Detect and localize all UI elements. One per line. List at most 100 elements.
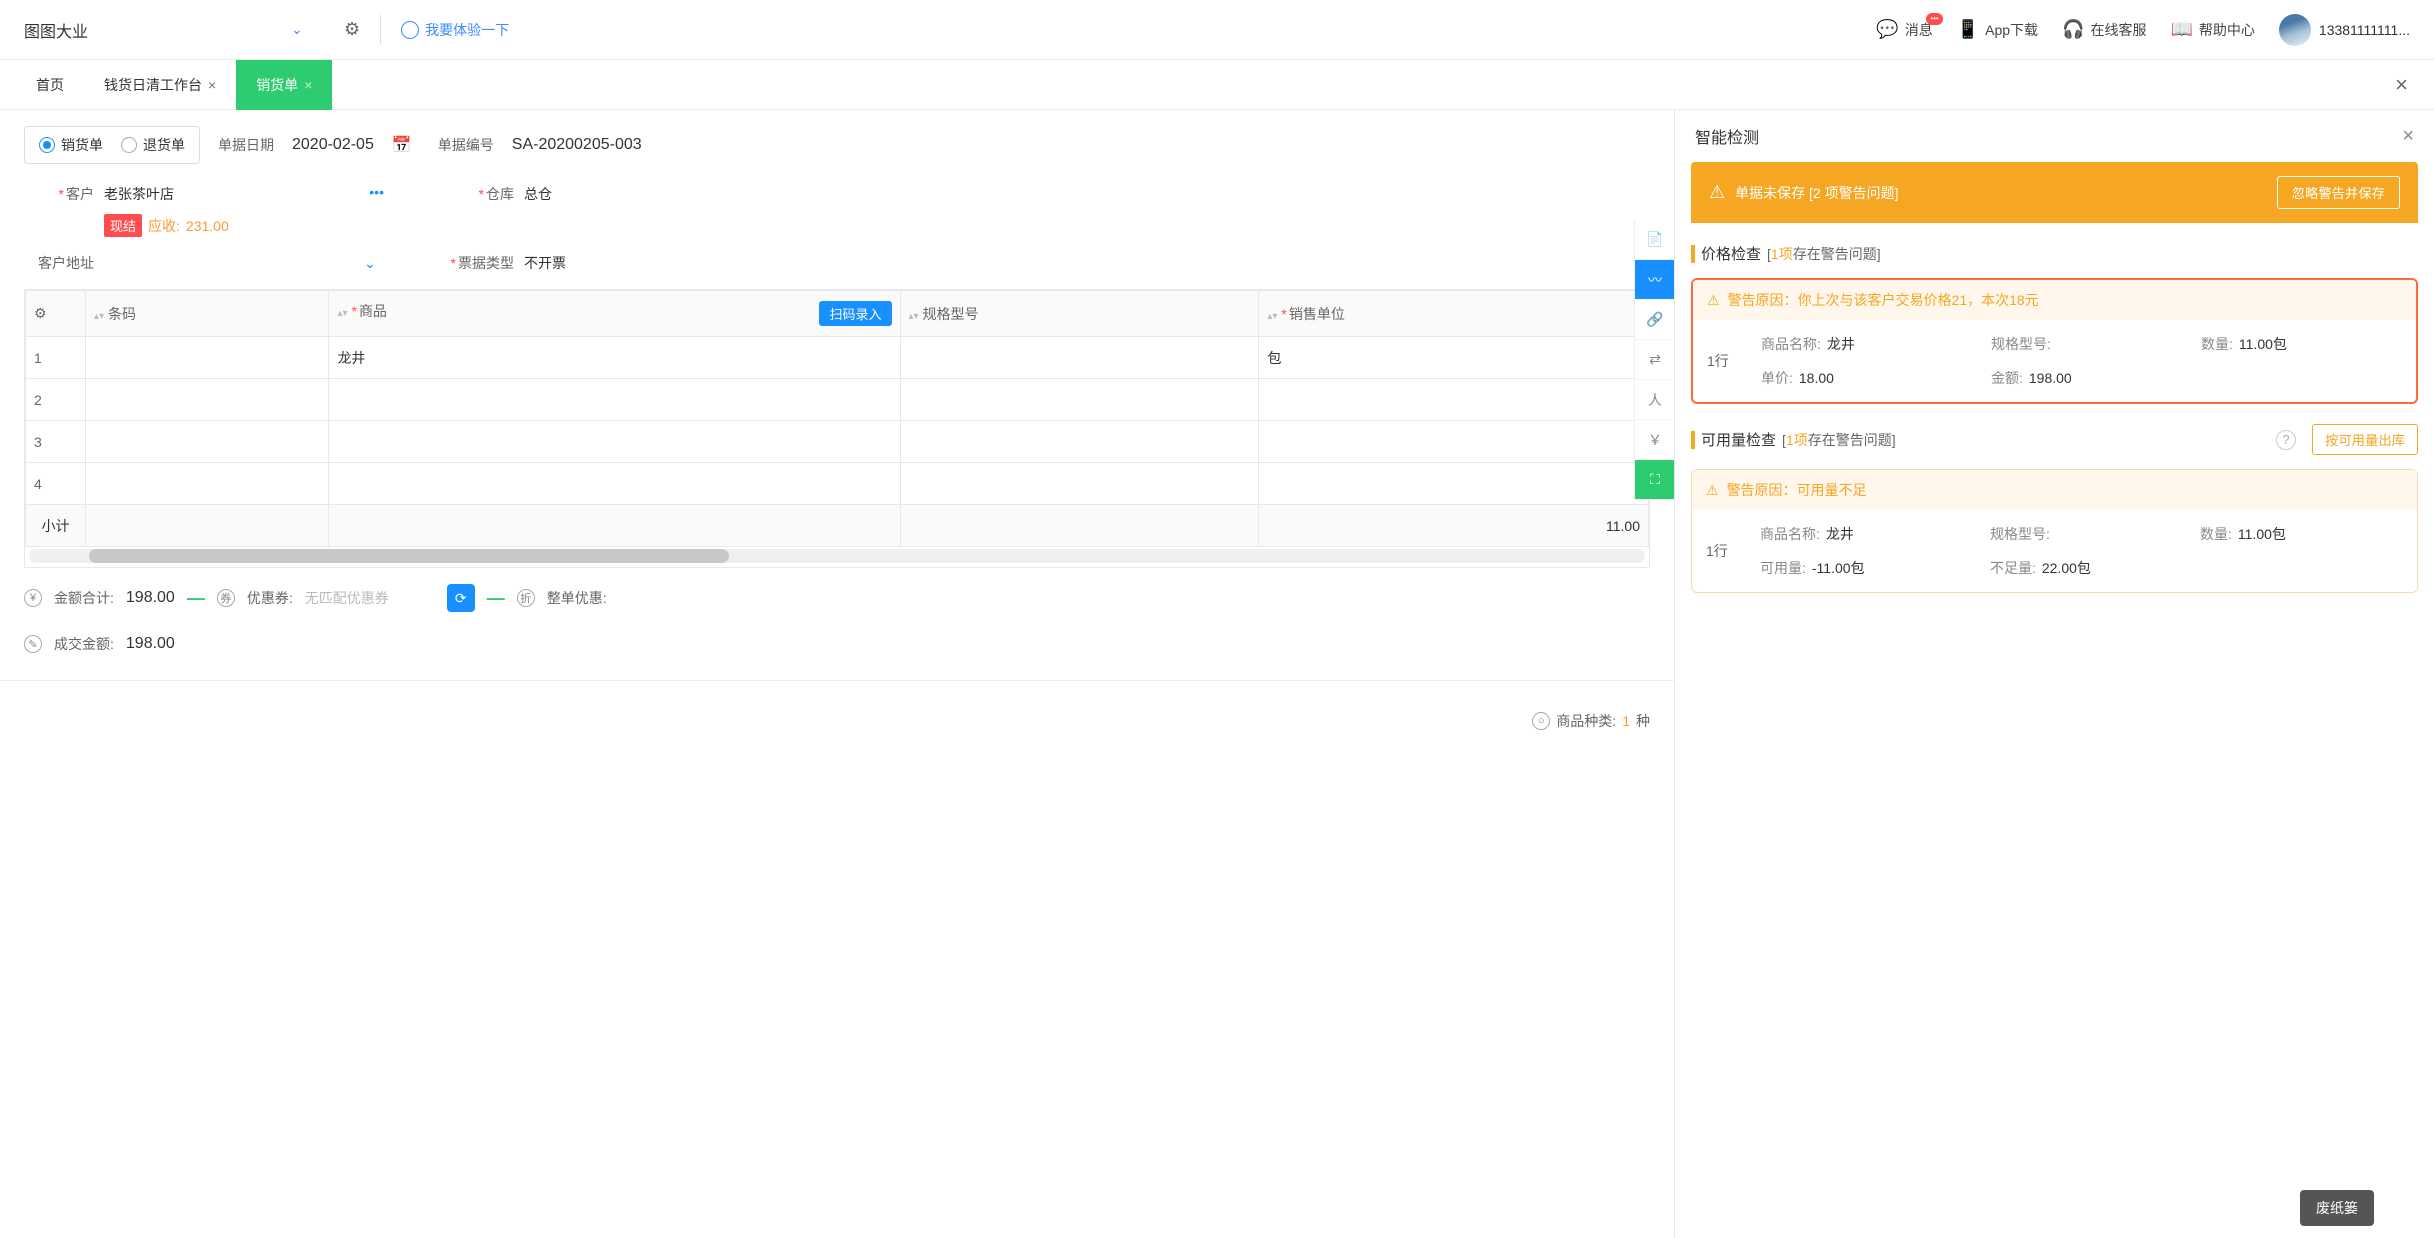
warehouse-input[interactable]: 总仓 [524, 184, 804, 204]
trash-button[interactable]: 废纸篓 [2300, 1190, 2374, 1226]
panel-header: 智能检测 × [1675, 110, 2434, 162]
smart-check-panel: 智能检测 × ⚠ 单据未保存 [2 项警告问题] 忽略警告并保存 价格检查 [1… [1674, 110, 2434, 1238]
tab-workbench-label: 钱货日清工作台 [104, 75, 202, 95]
top-header: 图图大业 ⌄ ⚙ 我要体验一下 💬 消息 📱 App下载 🎧 在线客服 📖 帮助… [0, 0, 2434, 60]
scan-entry-button[interactable]: 扫码录入 [819, 301, 891, 326]
invoice-value: 不开票 [524, 255, 566, 271]
radio-icon [39, 137, 55, 153]
avatar[interactable] [2279, 14, 2311, 46]
company-dropdown[interactable]: 图图大业 ⌄ [24, 18, 324, 42]
invoice-input[interactable]: 不开票 [524, 253, 804, 273]
date-value[interactable]: 2020-02-05 [292, 136, 374, 154]
invoice-field: *票据类型 不开票 [444, 253, 804, 273]
radio-sales-order[interactable]: 销货单 [39, 135, 103, 155]
app-download-label: App下载 [1985, 20, 2038, 40]
side-toolbar: 📄 〰 🔗 ⇄ 人 ￥ ⛶ [1634, 220, 1674, 500]
table-row[interactable]: 4 [26, 463, 1649, 505]
minus-icon: — [487, 588, 505, 609]
deal-row: ✎ 成交金额: 198.00 [0, 628, 1674, 660]
form-panel: 销货单 退货单 单据日期 2020-02-05 📅 单据编号 SA-202002… [0, 110, 1674, 1238]
side-chart-icon[interactable]: 〰 [1635, 260, 1674, 300]
tab-sales-order[interactable]: 销货单 × [236, 60, 332, 110]
col-settings[interactable]: ⚙ [26, 291, 86, 337]
minus-icon: — [187, 588, 205, 609]
help-center-link[interactable]: 📖 帮助中心 [2170, 19, 2254, 40]
side-doc-icon[interactable]: 📄 [1635, 220, 1674, 260]
section-bar-icon [1691, 245, 1695, 263]
col-barcode[interactable]: ▴▾条码 [86, 291, 329, 337]
coupon-label: 优惠券: [247, 588, 293, 608]
customer-label: *客户 [24, 184, 94, 204]
warning-body: 1行 商品名称:龙井 规格型号: 数量:11.00包 可用量:-11.00包 不… [1692, 510, 2417, 592]
col-unit[interactable]: ▴▾*销售单位 [1259, 291, 1649, 337]
gear-icon[interactable]: ⚙ [344, 19, 360, 40]
username: 13381111111... [2319, 22, 2410, 38]
close-icon[interactable]: × [208, 77, 216, 93]
product-kinds-row: ○ 商品种类: 1 种 [0, 680, 1674, 739]
date-label: 单据日期 [218, 135, 274, 155]
discount-label: 整单优惠: [547, 588, 607, 608]
stock-check-section: 可用量检查 [1项存在警告问题] ? 按可用量出库 ⚠ 警告原因：可用量不足 1… [1691, 420, 2418, 593]
price-check-title: 价格检查 [1701, 243, 1761, 264]
side-person-icon[interactable]: 人 [1635, 380, 1674, 420]
section-bar-icon [1691, 431, 1695, 449]
close-icon[interactable]: × [304, 77, 312, 93]
more-icon[interactable]: ••• [369, 184, 384, 200]
scrollbar-thumb[interactable] [89, 549, 729, 563]
ship-by-available-button[interactable]: 按可用量出库 [2312, 424, 2418, 455]
radio-icon [121, 137, 137, 153]
coupon-input[interactable]: 无匹配优惠券 [305, 588, 435, 608]
try-link-text: 我要体验一下 [425, 20, 509, 40]
subtotal-row: 小计11.00 [26, 505, 1649, 547]
stock-check-title: 可用量检查 [1701, 429, 1776, 450]
table-row[interactable]: 3 [26, 421, 1649, 463]
address-input[interactable]: ⌄ [104, 255, 384, 272]
ignore-save-button[interactable]: 忽略警告并保存 [2277, 176, 2400, 209]
side-expand-icon[interactable]: ⛶ [1635, 460, 1674, 500]
customer-field: *客户 老张茶叶店 ••• [24, 184, 384, 204]
sort-icon: ▴▾ [337, 311, 347, 316]
warehouse-value: 总仓 [524, 186, 552, 202]
tab-sales-order-label: 销货单 [256, 75, 298, 95]
side-link-icon[interactable]: 🔗 [1635, 300, 1674, 340]
banner-text: 单据未保存 [2 项警告问题] [1735, 183, 1898, 203]
help-icon[interactable]: ? [2276, 430, 2296, 450]
radio-return-order[interactable]: 退货单 [121, 135, 185, 155]
side-yen-icon[interactable]: ￥ [1635, 420, 1674, 460]
tab-home[interactable]: 首页 [16, 60, 84, 110]
online-service-link[interactable]: 🎧 在线客服 [2062, 19, 2146, 40]
tab-workbench[interactable]: 钱货日清工作台 × [84, 60, 236, 110]
price-check-section: 价格检查 [1项存在警告问题] ⚠ 警告原因：你上次与该客户交易价格21，本次1… [1691, 239, 2418, 404]
stock-check-title-row: 可用量检查 [1项存在警告问题] ? 按可用量出库 [1691, 420, 2418, 465]
col-spec[interactable]: ▴▾规格型号 [900, 291, 1259, 337]
amount-total-value: 198.00 [126, 589, 175, 607]
col-product[interactable]: ▴▾*商品扫码录入 [329, 291, 900, 337]
address-label: 客户地址 [24, 253, 94, 273]
radio-sales-label: 销货单 [61, 135, 103, 155]
book-icon: 📖 [2170, 19, 2192, 40]
table-row[interactable]: 1龙井包 [26, 337, 1649, 379]
horizontal-scrollbar[interactable] [29, 549, 1645, 563]
messages-link[interactable]: 💬 消息 [1876, 19, 1932, 40]
tab-home-label: 首页 [36, 75, 64, 95]
items-table: ⚙ ▴▾条码 ▴▾*商品扫码录入 ▴▾规格型号 ▴▾*销售单位 1龙井包 2 3… [25, 290, 1649, 547]
invoice-label: *票据类型 [444, 253, 514, 273]
form-header-row: 销货单 退货单 单据日期 2020-02-05 📅 单据编号 SA-202002… [0, 126, 1674, 178]
tab-bar: 首页 钱货日清工作台 × 销货单 × × [0, 60, 2434, 110]
customer-input[interactable]: 老张茶叶店 ••• [104, 184, 384, 204]
close-icon[interactable]: × [2402, 125, 2414, 148]
amount-total-label: 金额合计: [54, 588, 114, 608]
sort-icon: ▴▾ [909, 314, 919, 319]
side-convert-icon[interactable]: ⇄ [1635, 340, 1674, 380]
try-experience-link[interactable]: 我要体验一下 [401, 20, 509, 40]
calendar-icon[interactable]: 📅 [392, 135, 412, 155]
doc-no-label: 单据编号 [438, 135, 494, 155]
tabs-close-all-icon[interactable]: × [2385, 72, 2418, 98]
settle-badge: 现结 [104, 214, 142, 237]
app-download-link[interactable]: 📱 App下载 [1957, 19, 2038, 40]
warning-reason: ⚠ 警告原因：你上次与该客户交易价格21，本次18元 [1693, 280, 2416, 320]
items-table-wrap: ⚙ ▴▾条码 ▴▾*商品扫码录入 ▴▾规格型号 ▴▾*销售单位 1龙井包 2 3… [24, 289, 1650, 568]
online-service-label: 在线客服 [2090, 20, 2146, 40]
refresh-coupon-button[interactable]: ⟳ [447, 584, 475, 612]
table-row[interactable]: 2 [26, 379, 1649, 421]
